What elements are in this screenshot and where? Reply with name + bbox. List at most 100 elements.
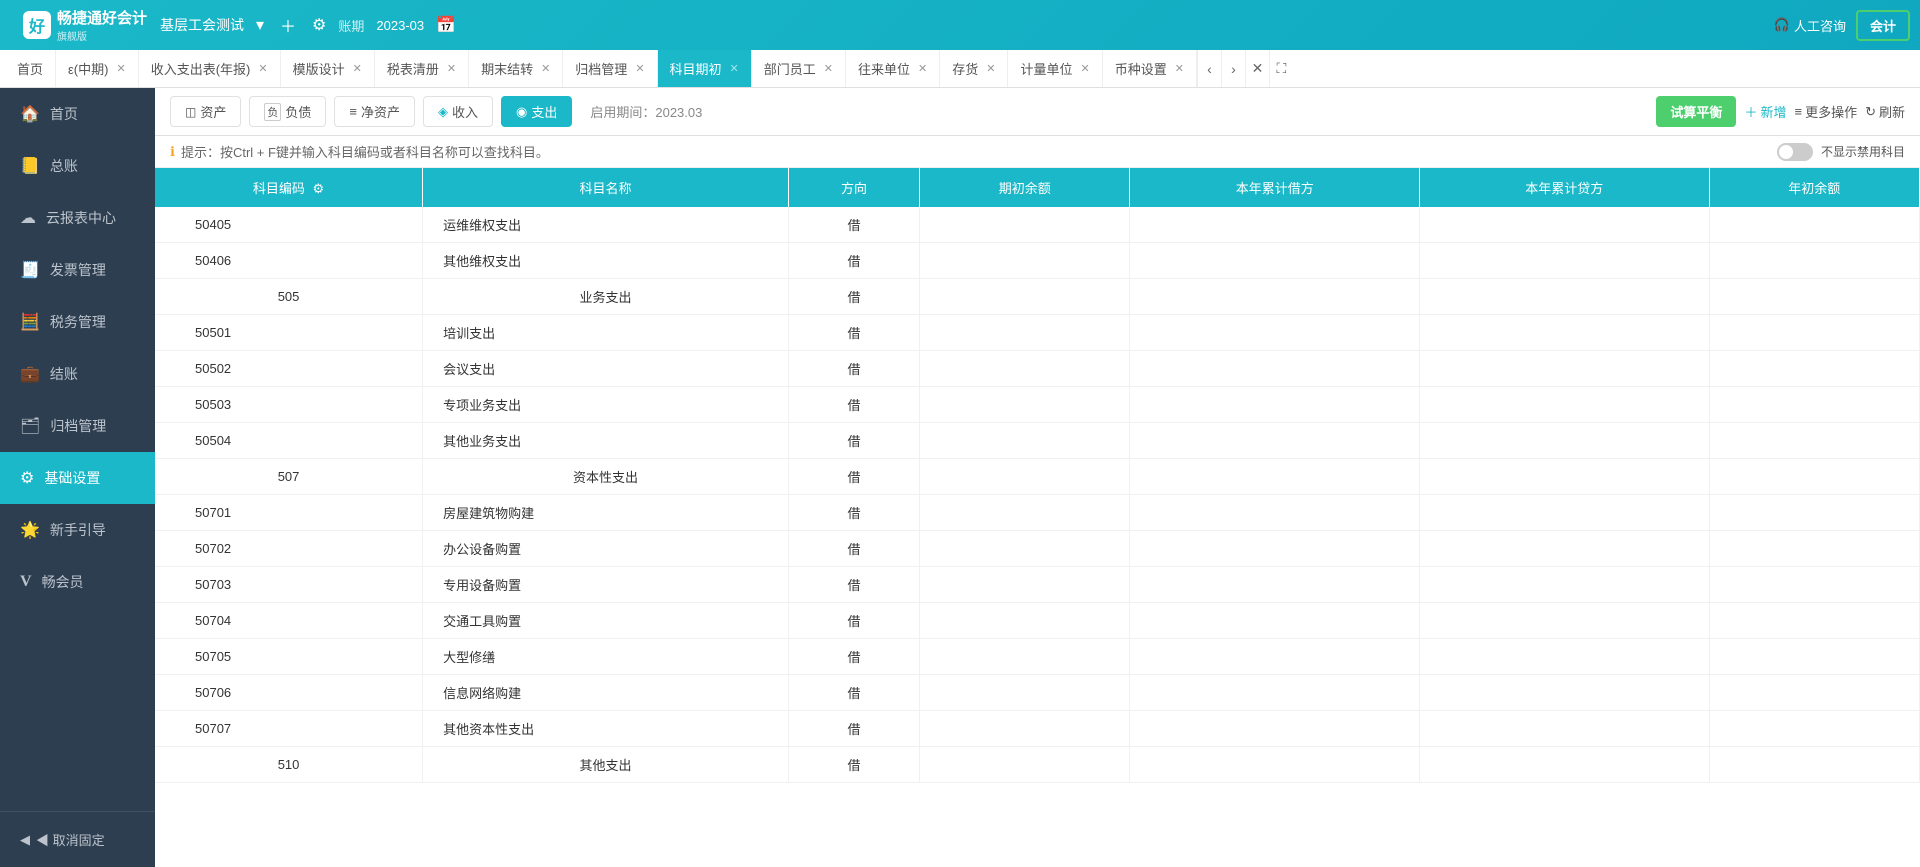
sidebar-collapse-btn[interactable]: ◀ ◀ 取消固定	[0, 822, 155, 857]
tab-inventory-close[interactable]: ✕	[986, 62, 995, 75]
cell-year-begin[interactable]	[1709, 639, 1919, 675]
sidebar-item-settings[interactable]: ⚙ 基础设置	[0, 452, 155, 504]
cell-opening[interactable]	[920, 567, 1130, 603]
cell-year-begin[interactable]	[1709, 531, 1919, 567]
cell-ytd-debit[interactable]	[1130, 387, 1420, 423]
table-row[interactable]: 50503 专项业务支出 借	[155, 387, 1920, 423]
sub-tab-expense[interactable]: ◉ 支出	[501, 96, 572, 127]
table-container[interactable]: 科目编码 ⚙ 科目名称 方向 期初余额 本年累计借方 本年累计贷方 年初余额 5…	[155, 168, 1920, 867]
cell-ytd-credit[interactable]	[1420, 423, 1710, 459]
cell-year-begin[interactable]	[1709, 711, 1919, 747]
tab-archive-close[interactable]: ✕	[635, 62, 644, 75]
cell-opening[interactable]	[920, 315, 1130, 351]
cell-ytd-debit[interactable]	[1130, 459, 1420, 495]
cell-opening[interactable]	[920, 603, 1130, 639]
table-row[interactable]: 50707 其他资本性支出 借	[155, 711, 1920, 747]
sidebar-item-report[interactable]: ☁ 云报表中心	[0, 192, 155, 244]
cell-opening[interactable]	[920, 495, 1130, 531]
cell-opening[interactable]	[920, 531, 1130, 567]
sub-tab-liability[interactable]: 负 负债	[249, 96, 326, 127]
table-row[interactable]: 50501 培训支出 借	[155, 315, 1920, 351]
table-row[interactable]: 50406 其他维权支出 借	[155, 243, 1920, 279]
cell-ytd-debit[interactable]	[1130, 243, 1420, 279]
cell-opening[interactable]	[920, 243, 1130, 279]
tab-template-design[interactable]: 模版设计 ✕	[281, 50, 375, 88]
cell-ytd-credit[interactable]	[1420, 495, 1710, 531]
table-row[interactable]: 50405 运维维权支出 借	[155, 207, 1920, 243]
cell-year-begin[interactable]	[1709, 387, 1919, 423]
cell-ytd-debit[interactable]	[1130, 567, 1420, 603]
sidebar-item-ledger[interactable]: 📒 总账	[0, 140, 155, 192]
cell-ytd-debit[interactable]	[1130, 531, 1420, 567]
table-row[interactable]: 50704 交通工具购置 借	[155, 603, 1920, 639]
cell-ytd-credit[interactable]	[1420, 711, 1710, 747]
sub-tab-income[interactable]: ◈ 收入	[423, 96, 493, 127]
tab-subject-init[interactable]: 科目期初 ✕	[658, 50, 752, 88]
project-name[interactable]: 基层工会测试	[160, 15, 244, 35]
cell-year-begin[interactable]	[1709, 423, 1919, 459]
cell-year-begin[interactable]	[1709, 567, 1919, 603]
cell-year-begin[interactable]	[1709, 675, 1919, 711]
refresh-btn[interactable]: ↻ 刷新	[1865, 102, 1905, 121]
cell-year-begin[interactable]	[1709, 315, 1919, 351]
cell-ytd-debit[interactable]	[1130, 711, 1420, 747]
calendar-icon[interactable]: 📅	[432, 11, 460, 39]
cell-ytd-credit[interactable]	[1420, 243, 1710, 279]
table-row[interactable]: 50701 房屋建筑物购建 借	[155, 495, 1920, 531]
tab-income-annual-close[interactable]: ✕	[258, 62, 267, 75]
tab-nav-next[interactable]: ›	[1221, 50, 1245, 88]
cell-ytd-debit[interactable]	[1130, 423, 1420, 459]
sub-tab-asset[interactable]: ◫ 资产	[170, 96, 241, 127]
tab-period-end-close[interactable]: ✕	[541, 62, 550, 75]
tab-close-all[interactable]: ✕	[1245, 50, 1269, 88]
table-row[interactable]: 505 业务支出 借	[155, 279, 1920, 315]
cell-opening[interactable]	[920, 207, 1130, 243]
cell-ytd-credit[interactable]	[1420, 207, 1710, 243]
cell-opening[interactable]	[920, 459, 1130, 495]
sidebar-item-archive[interactable]: 🗂 归档管理	[0, 400, 155, 452]
tab-counterparty-close[interactable]: ✕	[918, 62, 927, 75]
account-btn[interactable]: 会计	[1856, 10, 1910, 41]
sidebar-item-close[interactable]: 💼 结账	[0, 348, 155, 400]
column-settings-icon[interactable]: ⚙	[313, 181, 325, 196]
cell-opening[interactable]	[920, 423, 1130, 459]
cell-ytd-debit[interactable]	[1130, 495, 1420, 531]
sidebar-item-home[interactable]: 🏠 首页	[0, 88, 155, 140]
sub-tab-net-asset[interactable]: ≡ 净资产	[334, 96, 415, 127]
cell-year-begin[interactable]	[1709, 495, 1919, 531]
table-row[interactable]: 50703 专用设备购置 借	[155, 567, 1920, 603]
tab-tax-close[interactable]: ✕	[447, 62, 456, 75]
disable-toggle[interactable]	[1777, 143, 1813, 161]
cell-ytd-credit[interactable]	[1420, 315, 1710, 351]
tab-mid-period[interactable]: ε(中期) ✕	[56, 50, 139, 88]
table-row[interactable]: 507 资本性支出 借	[155, 459, 1920, 495]
cell-ytd-credit[interactable]	[1420, 279, 1710, 315]
cell-year-begin[interactable]	[1709, 351, 1919, 387]
cell-ytd-debit[interactable]	[1130, 279, 1420, 315]
tab-counterparty[interactable]: 往来单位 ✕	[846, 50, 940, 88]
settings-btn[interactable]: ⚙	[308, 11, 330, 39]
tab-nav-prev[interactable]: ‹	[1197, 50, 1221, 88]
tab-period-end[interactable]: 期末结转 ✕	[469, 50, 563, 88]
tab-inventory[interactable]: 存货 ✕	[940, 50, 1008, 88]
cell-ytd-credit[interactable]	[1420, 603, 1710, 639]
cell-year-begin[interactable]	[1709, 243, 1919, 279]
tab-expand-btn[interactable]: ⛶	[1269, 50, 1293, 88]
cell-ytd-credit[interactable]	[1420, 675, 1710, 711]
tab-income-annual[interactable]: 收入支出表(年报) ✕	[139, 50, 281, 88]
table-row[interactable]: 50502 会议支出 借	[155, 351, 1920, 387]
cell-opening[interactable]	[920, 387, 1130, 423]
cell-opening[interactable]	[920, 279, 1130, 315]
cell-ytd-debit[interactable]	[1130, 639, 1420, 675]
project-dropdown-btn[interactable]: ▾	[252, 11, 268, 39]
tab-template-close[interactable]: ✕	[353, 62, 362, 75]
cell-year-begin[interactable]	[1709, 459, 1919, 495]
cell-ytd-credit[interactable]	[1420, 747, 1710, 783]
sidebar-item-guide[interactable]: 🌟 新手引导	[0, 504, 155, 556]
sidebar-item-invoice[interactable]: 🧾 发票管理	[0, 244, 155, 296]
table-row[interactable]: 50706 信息网络购建 借	[155, 675, 1920, 711]
tab-subject-init-close[interactable]: ✕	[730, 62, 739, 75]
cell-ytd-credit[interactable]	[1420, 567, 1710, 603]
table-row[interactable]: 50705 大型修缮 借	[155, 639, 1920, 675]
table-row[interactable]: 50504 其他业务支出 借	[155, 423, 1920, 459]
